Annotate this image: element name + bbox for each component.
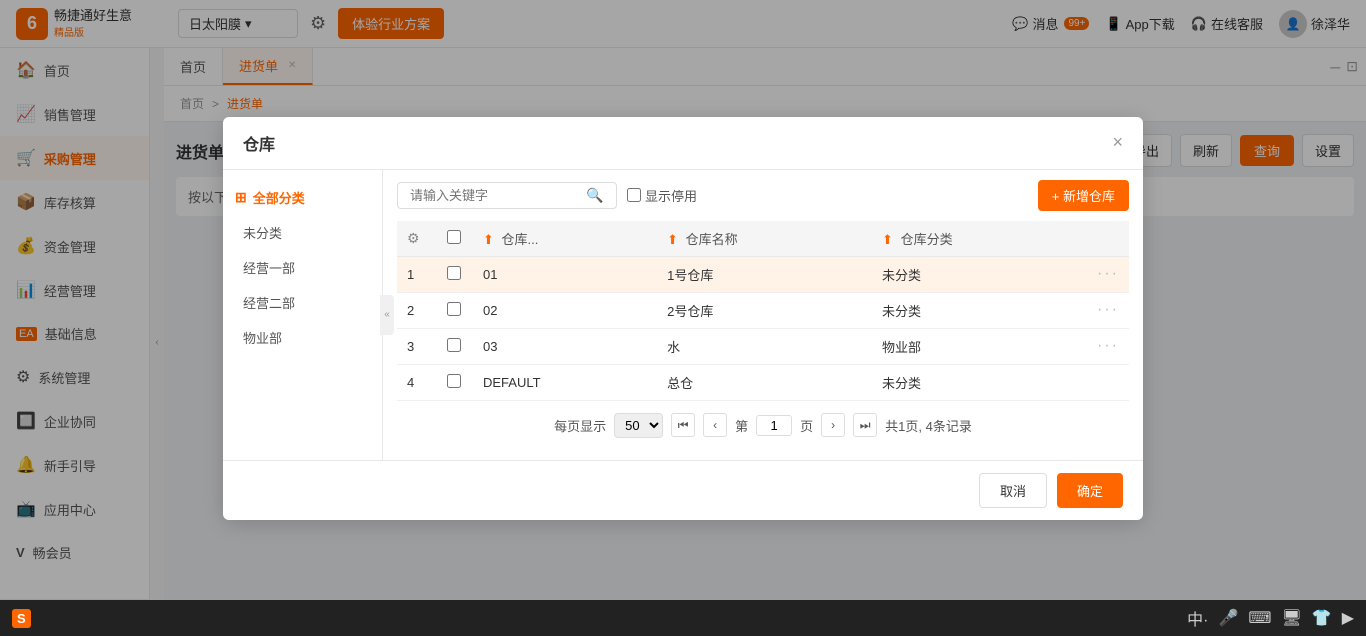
category-item-ops2[interactable]: 经营二部 (223, 285, 382, 320)
row2-checkbox[interactable] (447, 302, 461, 316)
taskbar-logo: S (12, 609, 31, 628)
row3-more-icon[interactable]: ··· (1097, 337, 1119, 354)
row2-actions: ··· (1087, 292, 1129, 328)
modal-footer: 取消 确定 (223, 460, 1143, 520)
prev-page-button[interactable]: ‹ (703, 413, 727, 437)
taskbar-mic-icon[interactable]: 🎤 (1218, 608, 1238, 628)
category-item-unclassified[interactable]: 未分类 (223, 215, 382, 250)
show-disabled-label[interactable]: 显示停用 (627, 186, 697, 205)
taskbar-right: 中· 🎤 ⌨ 🖥 👕 ▶ (1187, 606, 1354, 630)
modal-title: 仓库 (243, 131, 275, 155)
all-categories-label: 全部分类 (253, 188, 305, 207)
col-category: ⬆ 仓库分类 (872, 221, 1087, 257)
row4-index: 4 (397, 364, 437, 400)
row3-checkbox[interactable] (447, 338, 461, 352)
row1-code: 01 (473, 256, 657, 292)
row2-checkbox-cell (437, 292, 473, 328)
cancel-button[interactable]: 取消 (979, 473, 1047, 508)
page-suffix: 页 (800, 416, 813, 435)
warehouse-modal: 仓库 × ⊞ 全部分类 未分类 经营一部 经营二部 (223, 117, 1143, 520)
col-code: ⬆ 仓库... (473, 221, 657, 257)
taskbar-brand: S (12, 609, 31, 628)
table-panel: 🔍 显示停用 + 新增仓库 ⚙ (383, 170, 1143, 460)
row2-code: 02 (473, 292, 657, 328)
row4-code: DEFAULT (473, 364, 657, 400)
row1-more-icon[interactable]: ··· (1097, 265, 1119, 282)
last-page-button[interactable]: ⏭ (853, 413, 877, 437)
row1-name: 1号仓库 (657, 256, 872, 292)
row3-category: 物业部 (872, 328, 1087, 364)
category-panel: ⊞ 全部分类 未分类 经营一部 经营二部 物业部 « (223, 170, 383, 460)
row1-category: 未分类 (872, 256, 1087, 292)
row3-index: 3 (397, 328, 437, 364)
table-row[interactable]: 2 02 2号仓库 未分类 ··· (397, 292, 1129, 328)
taskbar-monitor-icon[interactable]: 🖥 (1281, 608, 1301, 628)
row3-code: 03 (473, 328, 657, 364)
row2-index: 2 (397, 292, 437, 328)
row3-actions: ··· (1087, 328, 1129, 364)
select-all-checkbox[interactable] (447, 230, 461, 244)
row1-actions: ··· (1087, 256, 1129, 292)
next-page-button[interactable]: › (821, 413, 845, 437)
add-warehouse-button[interactable]: + 新增仓库 (1038, 180, 1129, 211)
col-sort-icon: ⬆ (483, 232, 494, 247)
modal-close-button[interactable]: × (1112, 132, 1123, 153)
page-input[interactable] (756, 415, 792, 436)
row1-checkbox[interactable] (447, 266, 461, 280)
row2-category: 未分类 (872, 292, 1087, 328)
col-checkbox (437, 221, 473, 257)
table-row[interactable]: 4 DEFAULT 总仓 未分类 (397, 364, 1129, 400)
row4-actions (1087, 364, 1129, 400)
table-container: ⚙ ⬆ 仓库... ⬆ (397, 221, 1129, 401)
search-input[interactable] (406, 183, 586, 208)
row4-category: 未分类 (872, 364, 1087, 400)
category-item-ops1[interactable]: 经营一部 (223, 250, 382, 285)
show-disabled-checkbox[interactable] (627, 188, 641, 202)
table-body: 1 01 1号仓库 未分类 ··· 2 02 2 (397, 256, 1129, 400)
modal-overlay: 仓库 × ⊞ 全部分类 未分类 经营一部 经营二部 (0, 0, 1366, 636)
row3-checkbox-cell (437, 328, 473, 364)
col-actions-header (1087, 221, 1129, 257)
table-header: ⚙ ⬆ 仓库... ⬆ (397, 221, 1129, 257)
row3-name: 水 (657, 328, 872, 364)
taskbar: S 中· 🎤 ⌨ 🖥 👕 ▶ (0, 600, 1366, 636)
col-name-sort-icon: ⬆ (667, 232, 678, 247)
grid-icon: ⊞ (235, 189, 247, 206)
search-icon: 🔍 (586, 187, 603, 204)
gear-col-icon[interactable]: ⚙ (407, 230, 420, 246)
all-categories-item[interactable]: ⊞ 全部分类 (223, 180, 382, 215)
modal-body: ⊞ 全部分类 未分类 经营一部 经营二部 物业部 « (223, 170, 1143, 460)
row1-index: 1 (397, 256, 437, 292)
row2-name: 2号仓库 (657, 292, 872, 328)
taskbar-shirt-icon[interactable]: 👕 (1312, 608, 1332, 628)
table-toolbar: 🔍 显示停用 + 新增仓库 (397, 180, 1129, 211)
taskbar-keyboard-icon[interactable]: ⌨ (1248, 608, 1271, 628)
row2-more-icon[interactable]: ··· (1097, 301, 1119, 318)
modal-header: 仓库 × (223, 117, 1143, 170)
col-cat-sort-icon: ⬆ (882, 232, 893, 247)
category-item-property[interactable]: 物业部 (223, 320, 382, 355)
category-collapse-button[interactable]: « (380, 295, 394, 335)
pagination: 每页显示 50 ⏮ ‹ 第 页 › ⏭ 共1页, 4条记录 (397, 401, 1129, 450)
table-row[interactable]: 3 03 水 物业部 ··· (397, 328, 1129, 364)
per-page-label: 每页显示 (554, 416, 606, 435)
row1-checkbox-cell (437, 256, 473, 292)
row4-checkbox[interactable] (447, 374, 461, 388)
table-row[interactable]: 1 01 1号仓库 未分类 ··· (397, 256, 1129, 292)
per-page-select[interactable]: 50 (614, 413, 663, 438)
taskbar-play-icon[interactable]: ▶ (1342, 608, 1354, 628)
col-name: ⬆ 仓库名称 (657, 221, 872, 257)
page-label: 第 (735, 416, 748, 435)
col-gear: ⚙ (397, 221, 437, 257)
total-pages: 共1页, 4条记录 (885, 416, 972, 435)
first-page-button[interactable]: ⏮ (671, 413, 695, 437)
warehouse-table: ⚙ ⬆ 仓库... ⬆ (397, 221, 1129, 401)
show-disabled-text: 显示停用 (645, 186, 697, 205)
row4-checkbox-cell (437, 364, 473, 400)
confirm-button[interactable]: 确定 (1057, 473, 1123, 508)
taskbar-cn-icon[interactable]: 中· (1187, 606, 1208, 630)
row4-name: 总仓 (657, 364, 872, 400)
search-input-wrap: 🔍 (397, 182, 617, 209)
